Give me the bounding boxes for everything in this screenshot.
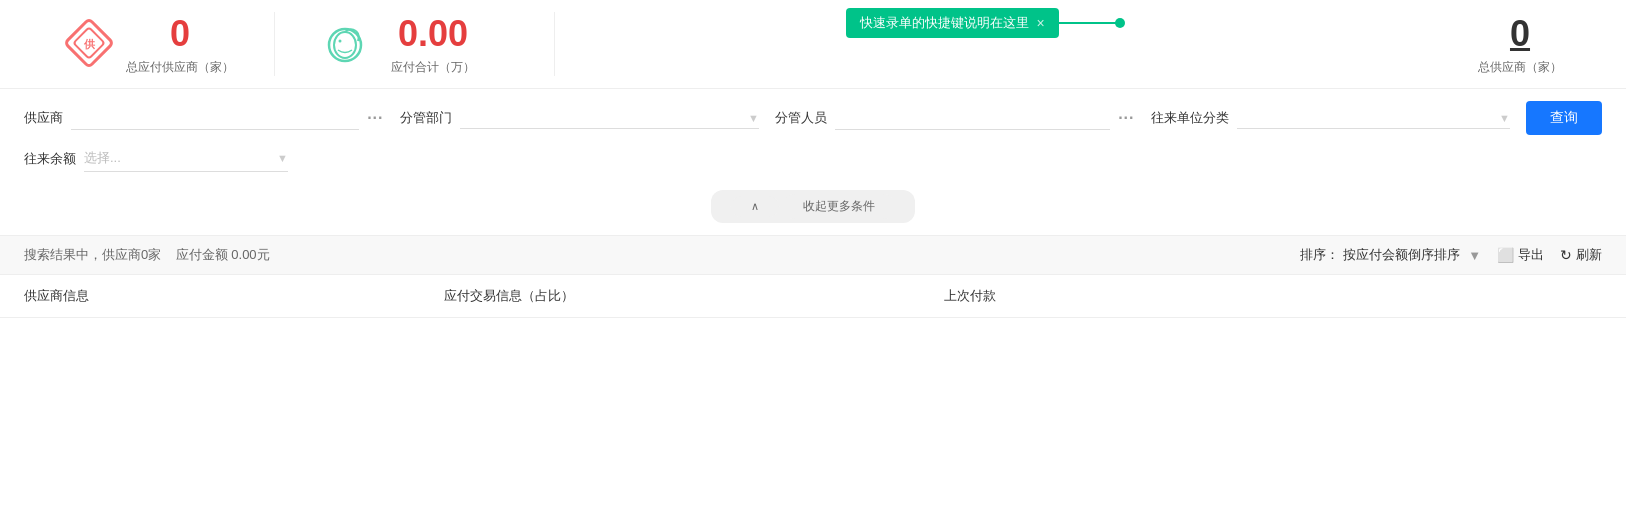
total-payable-suppliers-label: 总应付供应商（家） [126, 59, 234, 76]
tooltip-close-button[interactable]: × [1037, 15, 1045, 31]
refresh-label: 刷新 [1576, 246, 1602, 264]
filter-dept: 分管部门 ▼ [400, 108, 776, 129]
unit-class-select[interactable]: ▼ [1237, 108, 1511, 129]
quick-shortcut-tooltip: 快速录单的快捷键说明在这里 × [846, 8, 1059, 38]
query-button[interactable]: 查询 [1526, 101, 1602, 135]
table-header: 供应商信息 应付交易信息（占比） 上次付款 [0, 275, 1626, 318]
piggy-bank-icon [315, 14, 375, 74]
summary-item-payable-suppliers: 供 0 总应付供应商（家） [24, 12, 275, 76]
summary-bar: 供 0 总应付供应商（家） 0.00 应付合计（万） 快速录单的快捷键说明在这里 [0, 0, 1626, 89]
results-actions: 排序： 按应付会额倒序排序 ▼ ⬜ 导出 ↻ 刷新 [1300, 246, 1602, 264]
sort-value: 按应付会额倒序排序 [1343, 246, 1460, 264]
collapse-icon: ∧ [731, 196, 779, 217]
person-input[interactable] [835, 106, 1110, 130]
filter-balance: 往来余额 选择... ▼ [24, 145, 304, 172]
sort-chevron-icon: ▼ [1468, 248, 1481, 263]
unit-class-label: 往来单位分类 [1151, 109, 1229, 127]
dept-select[interactable]: ▼ [460, 108, 760, 129]
results-summary: 搜索结果中，供应商0家 应付金额 0.00元 [24, 246, 270, 264]
svg-text:供: 供 [83, 38, 96, 50]
table-col-payable-info: 应付交易信息（占比） [444, 287, 944, 305]
payable-total-label: 应付合计（万） [391, 59, 475, 76]
summary-item-payable-total: 0.00 应付合计（万） [275, 12, 555, 76]
filter-section: 供应商 ··· 分管部门 ▼ 分管人员 ··· 往来单位分类 ▼ [0, 89, 1626, 236]
total-payable-suppliers-number: 0 [170, 12, 190, 55]
filter-person: 分管人员 ··· [775, 106, 1151, 130]
filter-row-1: 供应商 ··· 分管部门 ▼ 分管人员 ··· 往来单位分类 ▼ [24, 101, 1602, 135]
person-more-icon[interactable]: ··· [1118, 109, 1134, 127]
balance-placeholder: 选择... [84, 149, 277, 167]
svg-point-5 [338, 39, 341, 42]
dept-chevron-icon: ▼ [748, 112, 759, 124]
export-label: 导出 [1518, 246, 1544, 264]
results-amount-text: 应付金额 0.00元 [176, 247, 270, 262]
total-suppliers-label: 总供应商（家） [1478, 59, 1562, 76]
balance-label: 往来余额 [24, 150, 76, 168]
person-label: 分管人员 [775, 109, 827, 127]
refresh-icon: ↻ [1560, 247, 1572, 263]
results-suppliers-text: 搜索结果中，供应商0家 [24, 247, 161, 262]
dept-label: 分管部门 [400, 109, 452, 127]
diamond-logo-icon: 供 [64, 18, 114, 71]
filter-unit-class: 往来单位分类 ▼ [1151, 108, 1527, 129]
export-button[interactable]: ⬜ 导出 [1497, 246, 1544, 264]
export-icon: ⬜ [1497, 247, 1514, 263]
table-col-supplier-info: 供应商信息 [24, 287, 444, 305]
filter-supplier: 供应商 ··· [24, 106, 400, 130]
total-suppliers-number: 0 [1510, 12, 1530, 55]
collapse-text: 收起更多条件 [783, 194, 895, 219]
sort-select[interactable]: 排序： 按应付会额倒序排序 ▼ [1300, 246, 1481, 264]
tooltip-dot-icon [1115, 18, 1125, 28]
supplier-more-icon[interactable]: ··· [367, 109, 383, 127]
summary-item-total-suppliers: 0 总供应商（家） [1398, 12, 1602, 76]
sort-label: 排序： [1300, 246, 1339, 264]
svg-point-4 [334, 32, 356, 58]
results-bar: 搜索结果中，供应商0家 应付金额 0.00元 排序： 按应付会额倒序排序 ▼ ⬜… [0, 236, 1626, 275]
unit-class-chevron-icon: ▼ [1499, 112, 1510, 124]
collapse-bar[interactable]: ∧ 收起更多条件 [24, 182, 1602, 235]
filter-row-2: 往来余额 选择... ▼ [24, 145, 1602, 172]
refresh-button[interactable]: ↻ 刷新 [1560, 246, 1602, 264]
supplier-label: 供应商 [24, 109, 63, 127]
balance-chevron-icon: ▼ [277, 152, 288, 164]
table-body [0, 318, 1626, 515]
payable-total-number: 0.00 [398, 12, 468, 55]
supplier-input[interactable] [71, 106, 359, 130]
tooltip-text: 快速录单的快捷键说明在这里 [860, 14, 1029, 32]
table-col-last-payment: 上次付款 [944, 287, 1602, 305]
balance-select[interactable]: 选择... ▼ [84, 145, 288, 172]
